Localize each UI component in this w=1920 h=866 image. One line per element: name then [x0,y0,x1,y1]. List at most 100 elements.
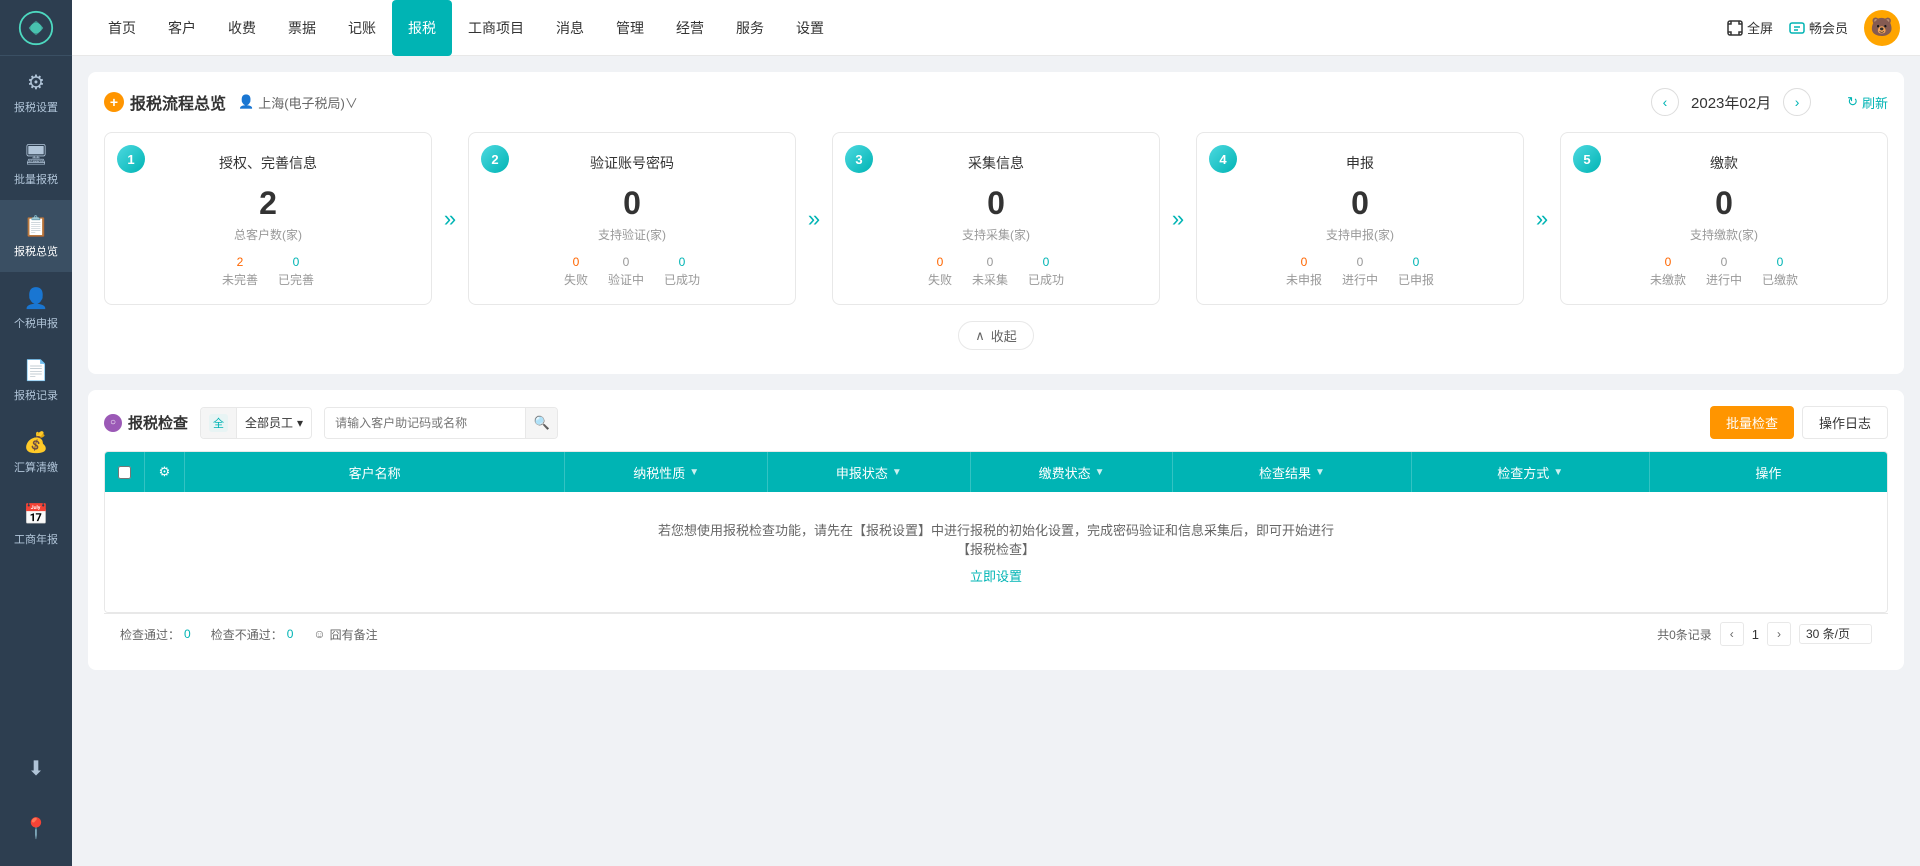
per-page-select[interactable]: 30 条/页 [1799,624,1872,644]
tax-overview-icon: 📋 [24,214,49,239]
stat-complete[interactable]: 0 已完善 [278,255,314,288]
refresh-btn[interactable]: ↻ 刷新 [1847,93,1888,112]
footer-right: 共0条记录 ‹ 1 › 30 条/页 [1657,622,1872,646]
th-method[interactable]: 检查方式 ▼ [1412,452,1650,492]
step-count-4: 0 [1213,185,1507,222]
staff-filter-select[interactable]: 全部员工 ▾ [237,408,311,438]
stat-inprogress-4[interactable]: 0 进行中 [1342,255,1378,288]
collapse-btn[interactable]: ∧ 收起 [958,321,1034,350]
fullscreen-btn[interactable]: 全屏 [1727,18,1773,37]
nav-business[interactable]: 工商项目 [452,0,540,56]
nav-month: ‹ 2023年02月 › [1651,88,1811,116]
nav-management[interactable]: 管理 [600,0,660,56]
nav-settings[interactable]: 设置 [780,0,840,56]
filter-nature-icon: ▼ [689,467,699,478]
app-logo [0,0,72,56]
nav-fees[interactable]: 收费 [212,0,272,56]
step-stats-4: 0 未申报 0 进行中 0 已申报 [1213,255,1507,288]
card-title: + 报税流程总览 [104,90,226,114]
select-all-checkbox[interactable] [118,466,131,479]
stat-pending-2[interactable]: 0 验证中 [608,255,644,288]
tax-check-card: ○ 报税检查 全 全部员工 ▾ 🔍 [88,390,1904,670]
has-note: ☺ 囧有备注 [313,626,377,643]
search-input[interactable] [325,408,525,438]
sidebar-item-tax-settings[interactable]: ⚙ 报税设置 [0,56,72,128]
note-icon: ☺ [313,627,325,641]
sidebar-item-download[interactable]: ⬇ [0,740,72,796]
setup-link[interactable]: 立即设置 [646,566,1346,585]
th-declare[interactable]: 申报状态 ▼ [768,452,971,492]
th-pay[interactable]: 缴费状态 ▼ [971,452,1174,492]
step-number-2: 2 [481,145,509,173]
location-icon: 📍 [24,816,49,841]
user-avatar[interactable]: 🐻 [1864,10,1900,46]
first-page-btn[interactable]: ‹ [1720,622,1744,646]
sidebar-item-settlement[interactable]: 💰 汇算清缴 [0,416,72,488]
stat-failed-3[interactable]: 0 失败 [928,255,952,288]
step-subtitle-4: 支持申报(家) [1213,226,1507,243]
section-title: ○ 报税检查 [104,412,188,433]
th-result[interactable]: 检查结果 ▼ [1173,452,1411,492]
step-arrow-2: » [796,132,832,305]
location-pin-icon: 👤 [238,94,254,110]
operation-log-btn[interactable]: 操作日志 [1802,406,1888,439]
member-btn[interactable]: 畅会员 [1789,18,1848,37]
step-subtitle-2: 支持验证(家) [485,226,779,243]
sidebar-item-personal-tax[interactable]: 👤 个税申报 [0,272,72,344]
location-tag[interactable]: 👤 上海(电子税局)∨ [238,93,358,112]
fail-count-link[interactable]: 0 [287,627,294,641]
step-title-3: 采集信息 [849,149,1143,173]
th-checkbox[interactable] [105,452,145,492]
sidebar-item-batch-tax[interactable]: 🖥 批量报税 [0,128,72,200]
section-header: ○ 报税检查 全 全部员工 ▾ 🔍 [104,406,1888,439]
nav-messages[interactable]: 消息 [540,0,600,56]
nav-clients[interactable]: 客户 [152,0,212,56]
stat-label-complete: 已完善 [278,271,314,288]
stat-unpaid-5[interactable]: 0 未缴款 [1650,255,1686,288]
nav-operations[interactable]: 经营 [660,0,720,56]
stat-inprogress-5[interactable]: 0 进行中 [1706,255,1742,288]
sidebar-item-annual-report[interactable]: 📅 工商年报 [0,488,72,560]
step-stats-5: 0 未缴款 0 进行中 0 已缴款 [1577,255,1871,288]
nav-invoices[interactable]: 票据 [272,0,332,56]
staff-filter[interactable]: 全 全部员工 ▾ [200,407,312,439]
stat-value-complete: 0 [293,255,300,269]
next-page-btn[interactable]: › [1767,622,1791,646]
footer-left: 检查通过： 0 检查不通过： 0 ☺ 囧有备注 [120,626,378,643]
sidebar-item-tax-records[interactable]: 📄 报税记录 [0,344,72,416]
stat-success-2[interactable]: 0 已成功 [664,255,700,288]
stat-uncollected-3[interactable]: 0 未采集 [972,255,1008,288]
nav-home[interactable]: 首页 [92,0,152,56]
prev-month-btn[interactable]: ‹ [1651,88,1679,116]
batch-check-btn[interactable]: 批量检查 [1710,406,1794,439]
staff-badge: 全 [209,414,228,432]
pass-count-link[interactable]: 0 [184,627,191,641]
download-icon: ⬇ [28,756,45,781]
stat-paid-5[interactable]: 0 已缴款 [1762,255,1798,288]
th-nature[interactable]: 纳税性质 ▼ [565,452,768,492]
step-arrow-4: » [1524,132,1560,305]
stat-failed-2[interactable]: 0 失败 [564,255,588,288]
stat-undeclared-4[interactable]: 0 未申报 [1286,255,1322,288]
next-month-btn[interactable]: › [1783,88,1811,116]
tax-records-icon: 📄 [24,358,49,383]
stat-incomplete[interactable]: 2 未完善 [222,255,258,288]
sidebar-item-location[interactable]: 📍 [0,800,72,856]
collapse-icon: ∧ [975,328,985,344]
process-step-3: 3 采集信息 0 支持采集(家) 0 失败 0 未采集 [832,132,1160,305]
th-gear[interactable]: ⚙ [145,452,185,492]
stat-declared-4[interactable]: 0 已申报 [1398,255,1434,288]
sidebar-item-tax-overview[interactable]: 📋 报税总览 [0,200,72,272]
nav-services[interactable]: 服务 [720,0,780,56]
step-subtitle-3: 支持采集(家) [849,226,1143,243]
stat-success-3[interactable]: 0 已成功 [1028,255,1064,288]
process-overview-card: + 报税流程总览 👤 上海(电子税局)∨ ‹ 2023年02月 › ↻ 刷新 [88,72,1904,374]
nav-accounting[interactable]: 记账 [332,0,392,56]
table-header: ⚙ 客户名称 纳税性质 ▼ 申报状态 ▼ 缴费状态 ▼ [105,452,1887,492]
main-area: 首页 客户 收费 票据 记账 报税 工商项目 消息 管理 经营 服务 设置 全屏 [72,0,1920,866]
sidebar-item-label: 个税申报 [14,315,58,331]
tax-check-table: ⚙ 客户名称 纳税性质 ▼ 申报状态 ▼ 缴费状态 ▼ [104,451,1888,613]
nav-tax[interactable]: 报税 [392,0,452,56]
current-page: 1 [1752,627,1759,642]
search-button[interactable]: 🔍 [525,408,557,438]
